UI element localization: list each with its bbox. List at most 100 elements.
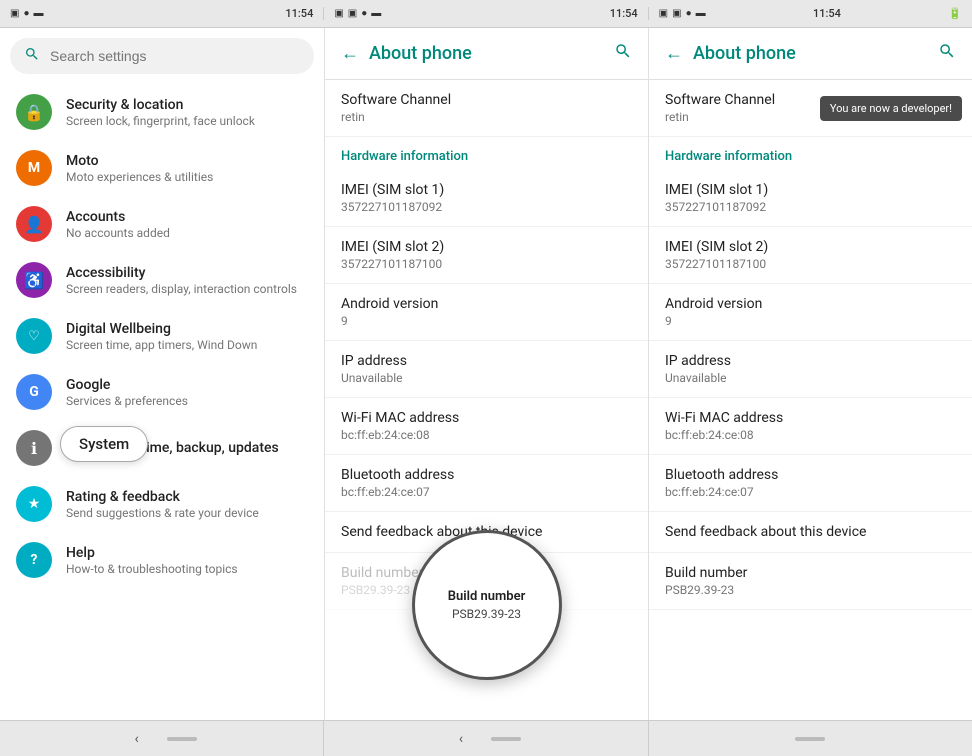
accessibility-text: Accessibility Screen readers, display, i… [66,265,297,296]
moto-icon: M [16,150,52,186]
bt-value-2: bc:ff:eb:24:ce:07 [665,485,956,499]
status-icon-security: ● [23,8,29,19]
help-title: Help [66,545,238,561]
about-content-2: Software Channel retin Hardware informat… [649,80,972,720]
about-title-2: About phone [693,43,928,64]
about-item-imei2-1[interactable]: IMEI (SIM slot 2) 357227101187100 [325,227,648,284]
rating-subtitle: Send suggestions & rate your device [66,506,259,520]
about-item-title-sc1: Software Channel [341,92,632,108]
developer-toast: You are now a developer! [820,96,962,121]
about-item-imei2-2[interactable]: IMEI (SIM slot 2) 357227101187100 [649,227,972,284]
about-item-ip-2[interactable]: IP address Unavailable [649,341,972,398]
accounts-text: Accounts No accounts added [66,209,170,240]
moto-subtitle: Moto experiences & utilities [66,170,213,184]
about-item-build-2[interactable]: Build number PSB29.39-23 [649,553,972,610]
build-circle-value: PSB29.39-23 [452,607,521,621]
accessibility-icon: ♿ [16,262,52,298]
status-icon-lock: ● [361,8,367,19]
rating-title: Rating & feedback [66,489,259,505]
about-item-bt-1[interactable]: Bluetooth address bc:ff:eb:24:ce:07 [325,455,648,512]
bottom-nav-segment-1: ‹ [0,721,324,756]
search-input[interactable] [50,48,300,64]
sidebar-item-system[interactable]: ℹ Languages, time, backup, updates Syste… [0,420,324,476]
about-panel-1: ← About phone Software Channel retin Har… [325,28,649,720]
imei2-value-1: 357227101187100 [341,257,632,271]
wifi-value-1: bc:ff:eb:24:ce:08 [341,428,632,442]
search-bar[interactable] [10,38,314,74]
security-title: Security & location [66,97,255,113]
main-layout: 🔒 Security & location Screen lock, finge… [0,28,972,720]
about-item-imei1-1[interactable]: IMEI (SIM slot 1) 357227101187092 [325,170,648,227]
build-circle-title: Build number [448,589,526,604]
rating-icon: ★ [16,486,52,522]
imei1-title-2: IMEI (SIM slot 1) [665,182,956,198]
nav-indicator-2[interactable] [491,737,521,741]
sidebar-item-security[interactable]: 🔒 Security & location Screen lock, finge… [0,84,324,140]
status-icon-sd: ▣ [348,8,357,19]
sidebar-item-moto[interactable]: M Moto Moto experiences & utilities [0,140,324,196]
about-item-feedback-2[interactable]: Send feedback about this device [649,512,972,553]
sidebar-item-google[interactable]: G Google Services & preferences [0,364,324,420]
search-icon [24,46,40,66]
header-search-icon-1[interactable] [614,42,632,65]
build-title-2: Build number [665,565,956,581]
digital-wellbeing-title: Digital Wellbeing [66,321,257,337]
digital-wellbeing-subtitle: Screen time, app timers, Wind Down [66,338,257,352]
about-item-wifi-2[interactable]: Wi-Fi MAC address bc:ff:eb:24:ce:08 [649,398,972,455]
about-header-hw-1: Hardware information [325,137,648,170]
sidebar-item-digital-wellbeing[interactable]: ♡ Digital Wellbeing Screen time, app tim… [0,308,324,364]
moto-title: Moto [66,153,213,169]
nav-back-2[interactable]: ‹ [451,727,471,751]
about-item-android-2[interactable]: Android version 9 [649,284,972,341]
about-content-1: Software Channel retin Hardware informat… [325,80,648,720]
google-subtitle: Services & preferences [66,394,188,408]
status-time-1: 11:54 [285,7,313,20]
accounts-subtitle: No accounts added [66,226,170,240]
header-search-icon-2[interactable] [938,42,956,65]
back-arrow-1[interactable]: ← [341,43,359,64]
android-title-2: Android version [665,296,956,312]
about-item-android-1[interactable]: Android version 9 [325,284,648,341]
digital-wellbeing-icon: ♡ [16,318,52,354]
status-icon-sim2: ▣ [334,8,343,19]
about-item-wifi-1[interactable]: Wi-Fi MAC address bc:ff:eb:24:ce:08 [325,398,648,455]
about-title-1: About phone [369,43,604,64]
status-icon-sms: ▬ [34,8,44,19]
about-item-ip-1[interactable]: IP address Unavailable [325,341,648,398]
imei1-value-1: 357227101187092 [341,200,632,214]
digital-wellbeing-text: Digital Wellbeing Screen time, app timer… [66,321,257,352]
status-bar: ▣ ● ▬ 11:54 ▣ ▣ ● ▬ 11:54 ▣ ▣ ● ▬ 11:54 … [0,0,972,28]
bt-value-1: bc:ff:eb:24:ce:07 [341,485,632,499]
wifi-title-2: Wi-Fi MAC address [665,410,956,426]
sidebar-item-accessibility[interactable]: ♿ Accessibility Screen readers, display,… [0,252,324,308]
accounts-title: Accounts [66,209,170,225]
system-bubble: System [60,426,148,462]
about-item-software-channel-1[interactable]: Software Channel retin [325,80,648,137]
back-arrow-2[interactable]: ← [665,43,683,64]
about-item-bt-2[interactable]: Bluetooth address bc:ff:eb:24:ce:07 [649,455,972,512]
help-text: Help How-to & troubleshooting topics [66,545,238,576]
wifi-value-2: bc:ff:eb:24:ce:08 [665,428,956,442]
about-header-1: ← About phone [325,28,648,80]
sidebar-item-accounts[interactable]: 👤 Accounts No accounts added [0,196,324,252]
ip-title-1: IP address [341,353,632,369]
status-segment-3: ▣ ▣ ● ▬ 11:54 🔋 [648,7,972,20]
system-icon: ℹ [16,430,52,466]
settings-list: 🔒 Security & location Screen lock, finge… [0,84,324,720]
nav-indicator-3[interactable] [795,737,825,741]
status-icons-left-3: ▣ ▣ ● ▬ [659,8,706,19]
security-icon: 🔒 [16,94,52,130]
imei2-title-1: IMEI (SIM slot 2) [341,239,632,255]
sidebar-item-help[interactable]: ? Help How-to & troubleshooting topics [0,532,324,588]
about-header-2: ← About phone [649,28,972,80]
settings-panel: 🔒 Security & location Screen lock, finge… [0,28,325,720]
android-value-2: 9 [665,314,956,328]
sidebar-item-rating[interactable]: ★ Rating & feedback Send suggestions & r… [0,476,324,532]
status-icon-sd2: ▣ [672,8,681,19]
status-icons-left-2: ▣ ▣ ● ▬ [334,8,381,19]
nav-back-1[interactable]: ‹ [127,727,147,751]
rating-text: Rating & feedback Send suggestions & rat… [66,489,259,520]
bt-title-1: Bluetooth address [341,467,632,483]
nav-indicator-1[interactable] [167,737,197,741]
about-item-imei1-2[interactable]: IMEI (SIM slot 1) 357227101187092 [649,170,972,227]
